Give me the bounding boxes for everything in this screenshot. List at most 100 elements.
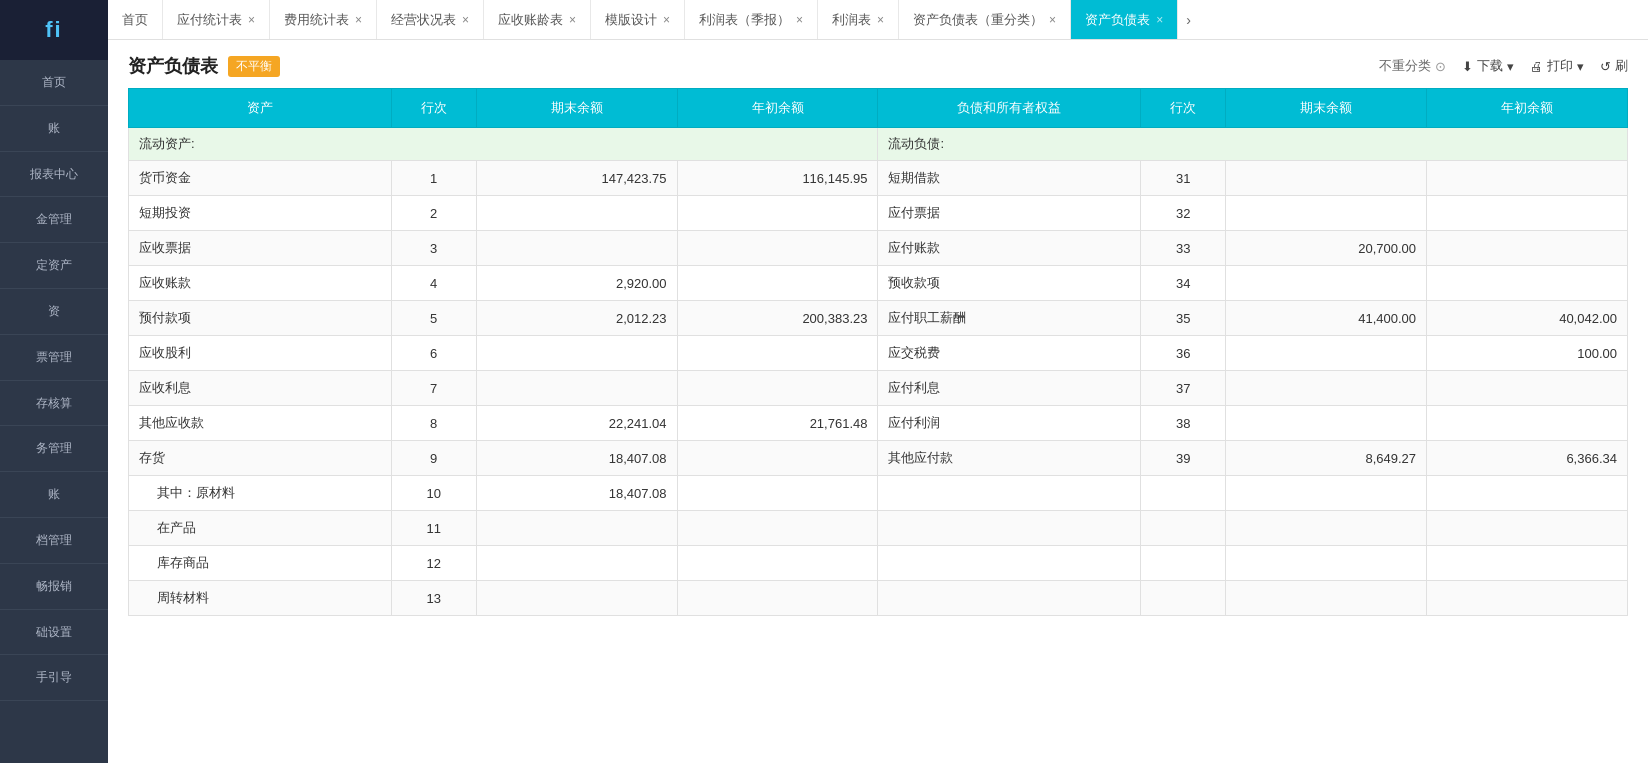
sidebar-item-expense[interactable]: 畅报销 <box>0 564 108 610</box>
sidebar-item-invoice[interactable]: 票管理 <box>0 335 108 381</box>
sidebar-item-home[interactable]: 首页 <box>0 60 108 106</box>
liability-row-number: 35 <box>1141 301 1226 336</box>
liability-begin-balance <box>1427 371 1628 406</box>
begin-balance <box>677 266 878 301</box>
th-end-balance: 期末余额 <box>476 89 677 128</box>
end-balance <box>476 371 677 406</box>
close-tab-6[interactable]: × <box>796 13 803 27</box>
liability-name <box>878 511 1141 546</box>
tab-profit[interactable]: 利润表 × <box>818 0 899 40</box>
liability-end-balance <box>1226 546 1427 581</box>
liability-begin-balance <box>1427 476 1628 511</box>
liability-row-number: 36 <box>1141 336 1226 371</box>
close-tab-1[interactable]: × <box>248 13 255 27</box>
th-begin-balance: 年初余额 <box>677 89 878 128</box>
header-actions: 不重分类 ⊙ ⬇ 下载 ▾ 🖨 打印 ▾ ↺ 刷 <box>1379 57 1628 75</box>
begin-balance: 116,145.95 <box>677 161 878 196</box>
download-chevron-icon: ▾ <box>1507 59 1514 74</box>
tab-profit-quarterly[interactable]: 利润表（季报） × <box>685 0 818 40</box>
begin-balance <box>677 476 878 511</box>
tab-expense-stats[interactable]: 费用统计表 × <box>270 0 377 40</box>
print-icon: 🖨 <box>1530 59 1543 74</box>
sidebar-item-fixed-assets[interactable]: 定资产 <box>0 243 108 289</box>
tab-balance-reclassified[interactable]: 资产负债表（重分类） × <box>899 0 1071 40</box>
liability-end-balance: 41,400.00 <box>1226 301 1427 336</box>
close-tab-4[interactable]: × <box>569 13 576 27</box>
liability-row-number: 39 <box>1141 441 1226 476</box>
end-balance <box>476 511 677 546</box>
tab-home[interactable]: 首页 <box>108 0 163 40</box>
row-number: 5 <box>391 301 476 336</box>
sidebar-item-invest[interactable]: 资 <box>0 289 108 335</box>
sidebar-item-settings[interactable]: 础设置 <box>0 610 108 656</box>
table-row: 货币资金 1 147,423.75 116,145.95 短期借款 31 <box>129 161 1628 196</box>
page-title: 资产负债表 <box>128 54 218 78</box>
table-row: 其中：原材料 10 18,407.08 <box>129 476 1628 511</box>
close-tab-2[interactable]: × <box>355 13 362 27</box>
end-balance: 2,012.23 <box>476 301 677 336</box>
table-row: 在产品 11 <box>129 511 1628 546</box>
close-tab-9[interactable]: × <box>1156 13 1163 27</box>
end-balance: 22,241.04 <box>476 406 677 441</box>
sidebar-item-account[interactable]: 账 <box>0 106 108 152</box>
liability-row-number: 32 <box>1141 196 1226 231</box>
download-button[interactable]: ⬇ 下载 ▾ <box>1462 57 1514 75</box>
asset-name: 应收账款 <box>129 266 392 301</box>
tab-operations[interactable]: 经营状况表 × <box>377 0 484 40</box>
close-tab-7[interactable]: × <box>877 13 884 27</box>
liability-name: 应付账款 <box>878 231 1141 266</box>
close-tab-5[interactable]: × <box>663 13 670 27</box>
sidebar-item-report[interactable]: 报表中心 <box>0 152 108 198</box>
refresh-button[interactable]: ↺ 刷 <box>1600 57 1628 75</box>
asset-name: 应收票据 <box>129 231 392 266</box>
row-number: 3 <box>391 231 476 266</box>
sidebar-item-tax[interactable]: 务管理 <box>0 426 108 472</box>
row-number: 2 <box>391 196 476 231</box>
end-balance <box>476 581 677 616</box>
liability-end-balance <box>1226 336 1427 371</box>
row-number: 1 <box>391 161 476 196</box>
liability-begin-balance <box>1427 266 1628 301</box>
page-content: 资产负债表 不平衡 不重分类 ⊙ ⬇ 下载 ▾ 🖨 打印 ▾ <box>108 40 1648 763</box>
tab-template-design[interactable]: 模版设计 × <box>591 0 685 40</box>
liability-end-balance <box>1226 161 1427 196</box>
table-row: 短期投资 2 应付票据 32 <box>129 196 1628 231</box>
begin-balance <box>677 581 878 616</box>
asset-name: 应收利息 <box>129 371 392 406</box>
sidebar-item-inventory[interactable]: 存核算 <box>0 381 108 427</box>
asset-name: 存货 <box>129 441 392 476</box>
row-number: 8 <box>391 406 476 441</box>
liability-end-balance <box>1226 406 1427 441</box>
sidebar-item-guide[interactable]: 手引导 <box>0 655 108 701</box>
sidebar-item-finance[interactable]: 金管理 <box>0 197 108 243</box>
th-row-num2: 行次 <box>1141 89 1226 128</box>
end-balance <box>476 196 677 231</box>
row-number: 13 <box>391 581 476 616</box>
close-tab-3[interactable]: × <box>462 13 469 27</box>
asset-name: 短期投资 <box>129 196 392 231</box>
sidebar-item-ledger[interactable]: 账 <box>0 472 108 518</box>
liability-begin-balance: 6,366.34 <box>1427 441 1628 476</box>
tab-receivable-aging[interactable]: 应收账龄表 × <box>484 0 591 40</box>
close-tab-8[interactable]: × <box>1049 13 1056 27</box>
no-reclassify[interactable]: 不重分类 ⊙ <box>1379 57 1446 75</box>
tab-nav-right[interactable]: › <box>1178 0 1199 40</box>
begin-balance <box>677 231 878 266</box>
end-balance: 2,920.00 <box>476 266 677 301</box>
liability-name: 应付利润 <box>878 406 1141 441</box>
sidebar-item-archive[interactable]: 档管理 <box>0 518 108 564</box>
print-button[interactable]: 🖨 打印 ▾ <box>1530 57 1584 75</box>
section-asset-label: 流动资产: <box>129 128 878 161</box>
table-row: 库存商品 12 <box>129 546 1628 581</box>
liability-end-balance: 20,700.00 <box>1226 231 1427 266</box>
tab-payable-stats[interactable]: 应付统计表 × <box>163 0 270 40</box>
liability-name: 应付利息 <box>878 371 1141 406</box>
begin-balance <box>677 441 878 476</box>
tab-balance-sheet[interactable]: 资产负债表 × <box>1071 0 1178 40</box>
table-container: 资产 行次 期末余额 年初余额 负债和所有者权益 行次 期末余额 年初余额 流动… <box>108 88 1648 636</box>
asset-name: 库存商品 <box>129 546 392 581</box>
liability-name: 应交税费 <box>878 336 1141 371</box>
liability-begin-balance <box>1427 546 1628 581</box>
end-balance: 18,407.08 <box>476 441 677 476</box>
liability-end-balance <box>1226 196 1427 231</box>
